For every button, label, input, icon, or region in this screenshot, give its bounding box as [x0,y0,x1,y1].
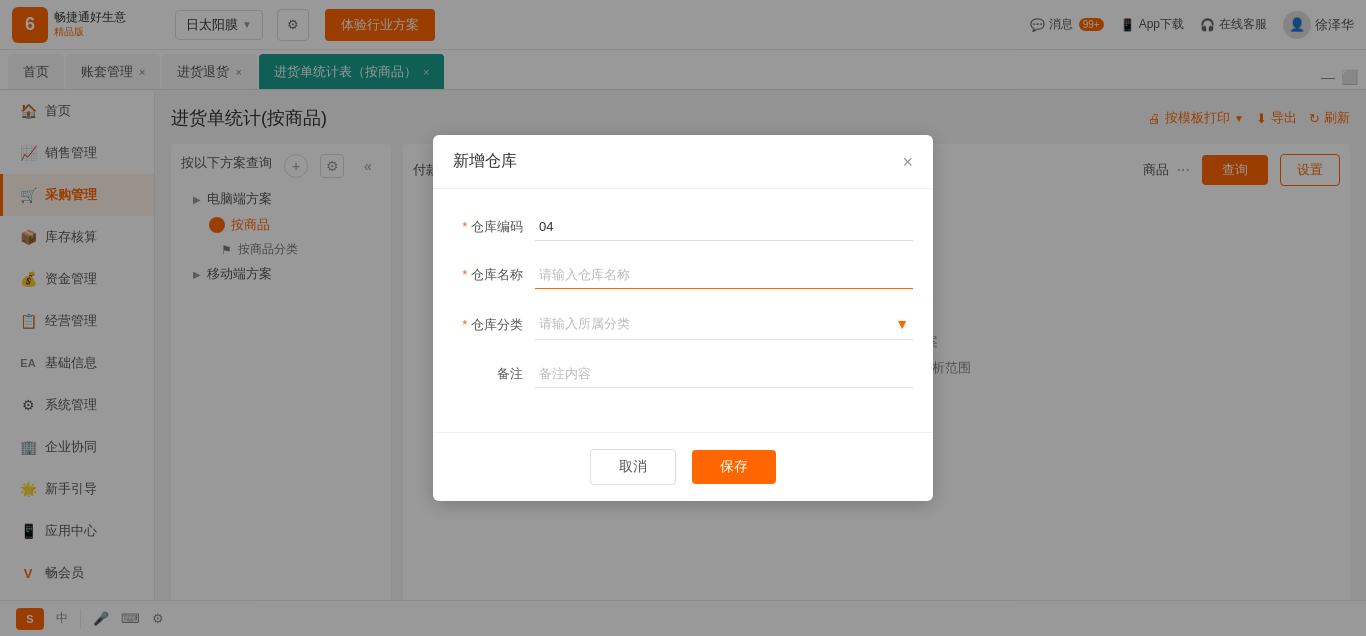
code-label: 仓库编码 [453,218,523,236]
name-label: 仓库名称 [453,266,523,284]
modal-title: 新增仓库 [453,151,517,172]
modal-body: 仓库编码 仓库名称 仓库分类 请输入所属分类 ▼ 备注 [433,189,933,432]
modal-close-button[interactable]: × [902,153,913,171]
modal-overlay: 新增仓库 × 仓库编码 仓库名称 仓库分类 请输入所属分类 ▼ [0,0,1366,636]
note-input[interactable] [535,360,913,388]
code-input[interactable] [535,213,913,241]
form-row-name: 仓库名称 [453,261,913,289]
form-row-category: 仓库分类 请输入所属分类 ▼ [453,309,913,340]
modal-footer: 取消 保存 [433,432,933,501]
cancel-button[interactable]: 取消 [590,449,676,485]
category-select[interactable]: 请输入所属分类 ▼ [535,309,913,340]
form-row-note: 备注 [453,360,913,388]
category-placeholder: 请输入所属分类 [539,315,630,333]
name-input[interactable] [535,261,913,289]
category-arrow-icon: ▼ [895,316,909,332]
category-label: 仓库分类 [453,316,523,334]
note-label: 备注 [453,365,523,383]
form-row-code: 仓库编码 [453,213,913,241]
modal-header: 新增仓库 × [433,135,933,189]
save-button[interactable]: 保存 [692,450,776,484]
modal-dialog: 新增仓库 × 仓库编码 仓库名称 仓库分类 请输入所属分类 ▼ [433,135,933,501]
